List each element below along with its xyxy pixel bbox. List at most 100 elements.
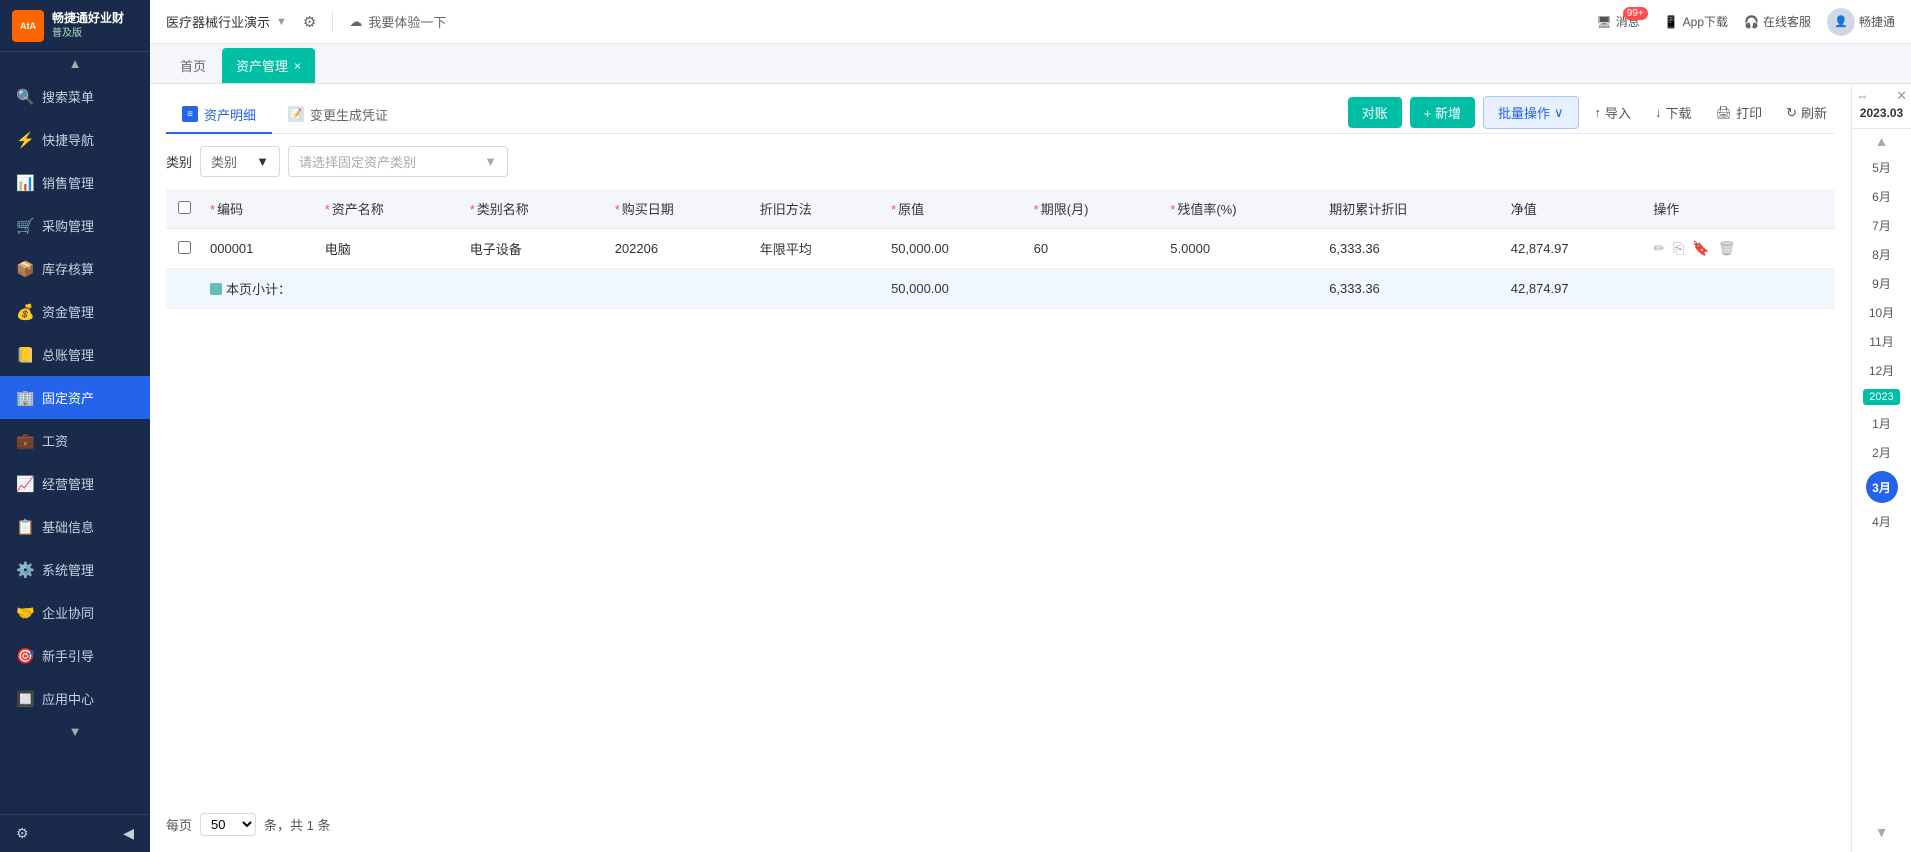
cell-category: 电子设备	[462, 229, 607, 269]
month-7[interactable]: 7月	[1852, 211, 1911, 240]
sidebar-logo: AtA 畅捷通好业财 普及版	[0, 0, 150, 52]
online-service-btn[interactable]: 🎧 在线客服	[1744, 13, 1811, 30]
experience-btn[interactable]: ☁ 我要体验一下	[349, 12, 446, 31]
save-icon[interactable]: 🔖	[1692, 240, 1709, 257]
pagination: 每页 50 20 100 条，共 1 条	[166, 803, 1835, 840]
user-profile[interactable]: 👤 畅捷通	[1827, 8, 1895, 36]
month-12[interactable]: 12月	[1852, 356, 1911, 385]
total-label: 条，共 1 条	[264, 815, 330, 834]
download-icon: ↓	[1655, 105, 1662, 120]
sidebar-item-sales[interactable]: 📊 销售管理	[0, 161, 150, 204]
month-3-current[interactable]: 3月	[1866, 471, 1898, 503]
sidebar-item-ledger[interactable]: 📒 总账管理	[0, 333, 150, 376]
sidebar-scroll-down[interactable]: ▼	[0, 720, 150, 743]
content-area: ≡ 资产明细 📝 变更生成凭证 对账 + 新增 批量操作 ∨ ↑	[150, 84, 1911, 852]
sub-tab-asset-detail[interactable]: ≡ 资产明细	[166, 97, 272, 134]
gear-icon: ⚙️	[16, 561, 34, 579]
logo-icon: AtA	[12, 10, 44, 42]
sidebar-item-app-center[interactable]: 🔲 应用中心	[0, 677, 150, 720]
sidebar-scroll-up[interactable]: ▲	[0, 52, 150, 75]
import-icon: ↑	[1595, 105, 1602, 120]
batch-btn[interactable]: 批量操作 ∨	[1483, 96, 1579, 129]
edit-icon[interactable]: ✏	[1653, 240, 1665, 257]
sidebar-item-system[interactable]: ⚙️ 系统管理	[0, 548, 150, 591]
app-download-btn[interactable]: 📱 App下载	[1664, 13, 1728, 30]
panel-scroll-up[interactable]: ▲	[1871, 129, 1893, 153]
panel-scroll-down[interactable]: ▼	[1871, 820, 1893, 844]
sidebar-item-inventory[interactable]: 📦 库存核算	[0, 247, 150, 290]
main-area: 医疗器械行业演示 ▼ ⚙ ☁ 我要体验一下 🖥 消息 99+ 📱 App下载 🎧…	[150, 0, 1911, 852]
asset-category-input[interactable]: 请选择固定资产类别 ▼	[288, 146, 508, 177]
refresh-icon: ↻	[1786, 105, 1797, 121]
new-btn[interactable]: + 新增	[1410, 97, 1475, 128]
topbar-divider	[332, 12, 333, 32]
collapse-icon[interactable]: ◀	[123, 825, 134, 842]
per-page-select[interactable]: 50 20 100	[200, 813, 256, 836]
checkbox-input[interactable]	[178, 201, 191, 214]
sidebar-item-payroll[interactable]: 💼 工资	[0, 419, 150, 462]
cell-purchase-date: 202206	[607, 229, 752, 269]
filter-label: 类别	[166, 152, 192, 171]
sub-tab-change-voucher[interactable]: 📝 变更生成凭证	[272, 97, 404, 134]
tabbar: 首页 资产管理 ×	[150, 44, 1911, 84]
asset-table: *编码 *资产名称 *类别名称 *购买日期 折旧方法 *原值 *期限(月) *残…	[166, 189, 1835, 309]
tab-asset-mgmt[interactable]: 资产管理 ×	[222, 48, 315, 83]
select-all-checkbox[interactable]	[166, 189, 202, 229]
month-10[interactable]: 10月	[1852, 298, 1911, 327]
sidebar-nav: ▲ 🔍 搜索菜单 ⚡ 快捷导航 📊 销售管理 🛒 采购管理 📦 库存核算 💰 资…	[0, 52, 150, 814]
download-btn[interactable]: ↓ 下载	[1647, 97, 1700, 128]
sidebar-item-quick-nav[interactable]: ⚡ 快捷导航	[0, 118, 150, 161]
panel-close-btn[interactable]: ✕	[1896, 88, 1907, 104]
month-1[interactable]: 1月	[1852, 409, 1911, 438]
company-settings-icon[interactable]: ⚙	[303, 13, 316, 31]
batch-arrow-icon: ∨	[1554, 105, 1564, 121]
settings-bottom-icon[interactable]: ⚙	[16, 825, 29, 842]
account-btn[interactable]: 对账	[1348, 97, 1402, 128]
month-9[interactable]: 9月	[1852, 269, 1911, 298]
company-selector[interactable]: 医疗器械行业演示 ▼	[166, 12, 287, 31]
row-checkbox-input[interactable]	[178, 241, 191, 254]
sidebar-item-operations[interactable]: 📈 经营管理	[0, 462, 150, 505]
copy-icon[interactable]: ⎘	[1673, 240, 1684, 257]
sub-tabs: ≡ 资产明细 📝 变更生成凭证 对账 + 新增 批量操作 ∨ ↑	[166, 96, 1835, 134]
row-checkbox[interactable]	[166, 229, 202, 269]
asset-table-wrap: *编码 *资产名称 *类别名称 *购买日期 折旧方法 *原值 *期限(月) *残…	[166, 189, 1835, 803]
target-icon: 🎯	[16, 647, 34, 665]
chart-icon: 📊	[16, 174, 34, 192]
clipboard-icon: 📋	[16, 518, 34, 536]
filter-row: 类别 类别 ▼ 请选择固定资产类别 ▼	[166, 146, 1835, 177]
subtotal-original-value: 50,000.00	[883, 269, 1026, 309]
month-2[interactable]: 2月	[1852, 438, 1911, 467]
right-panel: ⇔ ✕ 2023.03 ▲ 5月 6月 7月 8月 9月 10月 11月 12月…	[1851, 84, 1911, 852]
sidebar-item-guide[interactable]: 🎯 新手引导	[0, 634, 150, 677]
print-btn[interactable]: 🖨 打印	[1708, 97, 1771, 128]
panel-expand-btn[interactable]: ⇔	[1856, 88, 1869, 103]
trending-icon: 📈	[16, 475, 34, 493]
month-11[interactable]: 11月	[1852, 327, 1911, 356]
messages-btn[interactable]: 🖥 消息 99+	[1596, 13, 1639, 30]
sidebar-item-basic-info[interactable]: 📋 基础信息	[0, 505, 150, 548]
content-main: ≡ 资产明细 📝 变更生成凭证 对账 + 新增 批量操作 ∨ ↑	[150, 84, 1851, 852]
refresh-btn[interactable]: ↻ 刷新	[1778, 97, 1835, 128]
tab-close-icon[interactable]: ×	[294, 59, 301, 73]
month-6[interactable]: 6月	[1852, 182, 1911, 211]
category-filter-select[interactable]: 类别 ▼	[200, 146, 280, 177]
month-4[interactable]: 4月	[1852, 507, 1911, 536]
topbar-right: 🖥 消息 99+ 📱 App下载 🎧 在线客服 👤 畅捷通	[1596, 8, 1895, 36]
book-icon: 📒	[16, 346, 34, 364]
month-list: 5月 6月 7月 8月 9月 10月 11月 12月 2023 1月 2月 3月…	[1852, 153, 1911, 816]
month-5[interactable]: 5月	[1852, 153, 1911, 182]
subtotal-net-value: 42,874.97	[1503, 269, 1646, 309]
sidebar-item-fund[interactable]: 💰 资金管理	[0, 290, 150, 333]
tab-home[interactable]: 首页	[166, 48, 220, 83]
sidebar-item-search[interactable]: 🔍 搜索菜单	[0, 75, 150, 118]
month-8[interactable]: 8月	[1852, 240, 1911, 269]
sidebar-item-purchase[interactable]: 🛒 采购管理	[0, 204, 150, 247]
cell-code: 000001	[202, 229, 317, 269]
export-btn[interactable]: ↑ 导入	[1587, 97, 1640, 128]
sidebar-item-enterprise[interactable]: 🤝 企业协同	[0, 591, 150, 634]
col-code: *编码	[202, 189, 317, 229]
sidebar-item-fixed-asset[interactable]: 🏢 固定资产	[0, 376, 150, 419]
delete-icon[interactable]: 🗑	[1718, 240, 1736, 257]
download-icon: 📱	[1664, 15, 1679, 29]
